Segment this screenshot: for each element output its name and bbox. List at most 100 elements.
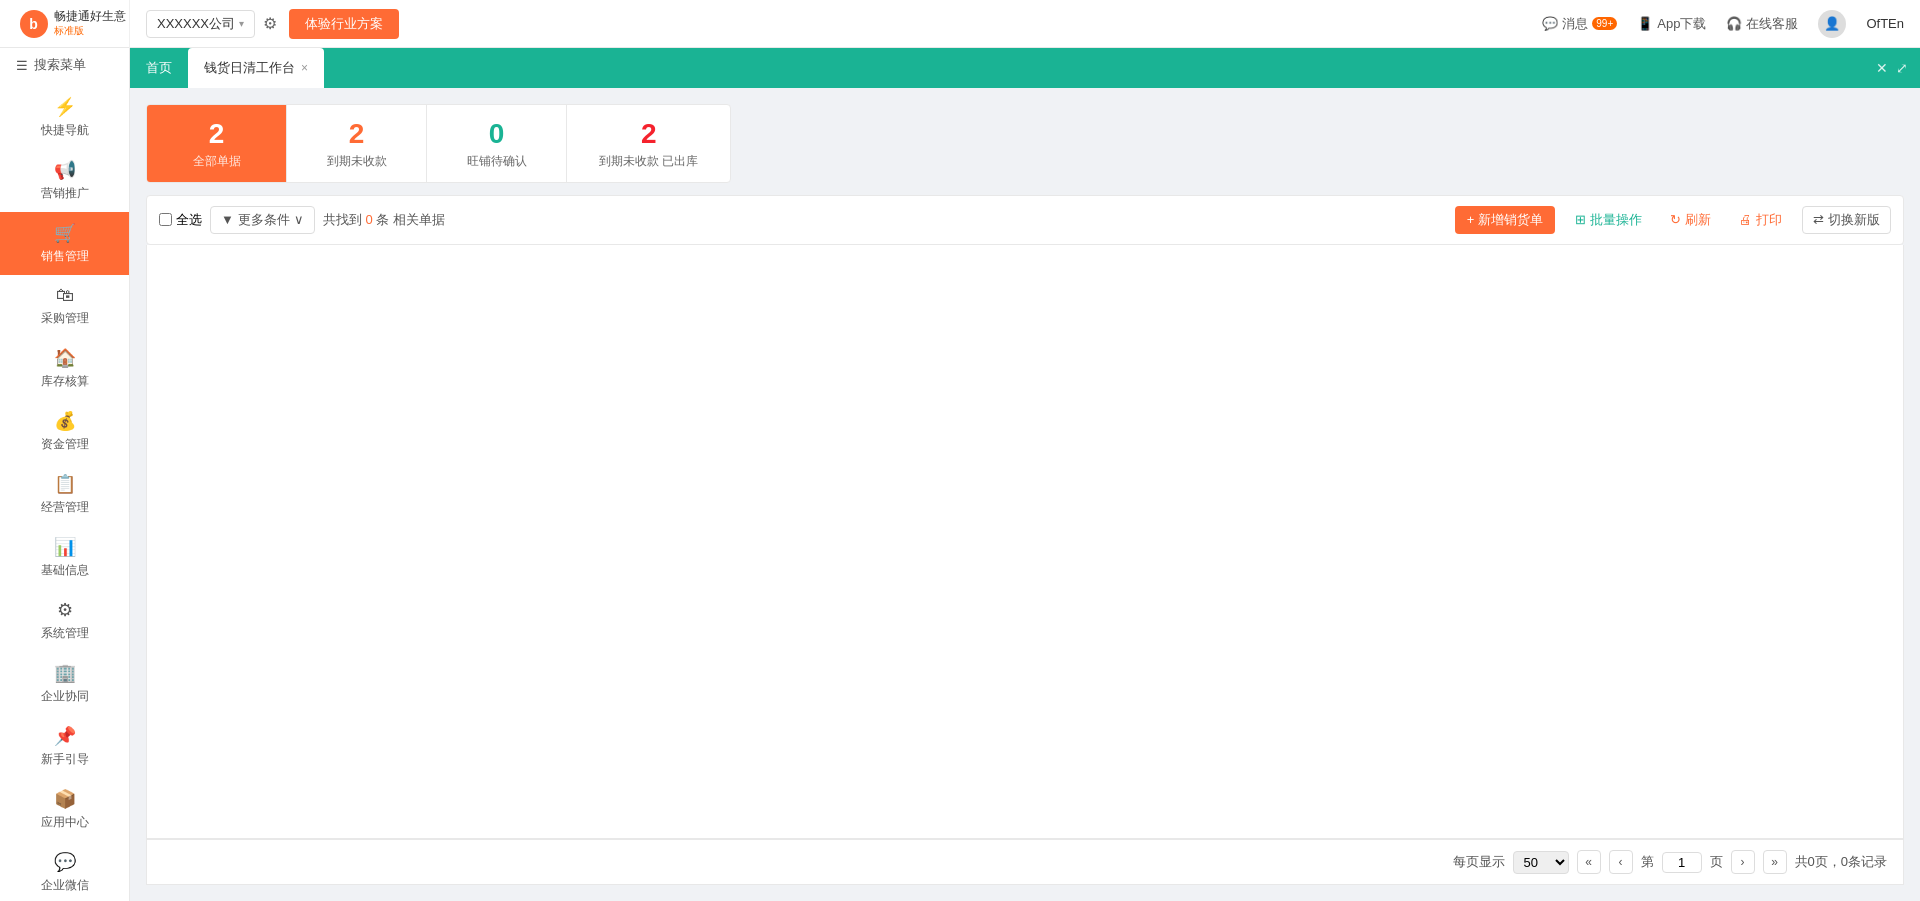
last-page-button[interactable]: » xyxy=(1763,850,1787,874)
sidebar-item-label: 新手引导 xyxy=(41,751,89,768)
trial-button[interactable]: 体验行业方案 xyxy=(289,9,399,39)
message-button[interactable]: 💬 消息 99+ xyxy=(1542,15,1617,33)
user-name[interactable]: OfTEn xyxy=(1866,16,1904,31)
sidebar-item-finance[interactable]: 💰 资金管理 xyxy=(0,400,129,463)
sidebar-item-label: 企业协同 xyxy=(41,688,89,705)
page-prefix: 第 xyxy=(1641,853,1654,871)
pagination: 每页显示 50 100 200 « ‹ 第 页 › » 共0页，0条记录 xyxy=(146,839,1904,885)
table-area xyxy=(146,245,1904,839)
filter-button[interactable]: ▼ 更多条件 ∨ xyxy=(210,206,315,234)
stat-label-pending: 旺铺待确认 xyxy=(467,153,527,170)
nav-tabs: 首页 钱货日清工作台 × ✕ ⤢ xyxy=(130,48,1920,88)
toolbar-left: 全选 ▼ 更多条件 ∨ 共找到 0 条 相关单据 xyxy=(159,206,1447,234)
tab-workbench[interactable]: 钱货日清工作台 × xyxy=(188,48,324,88)
refresh-button[interactable]: ↻ 刷新 xyxy=(1662,207,1719,233)
main-content: 2 全部单据 2 到期未收款 0 旺铺待确认 2 到期未收款 已出库 全选 ▼ … xyxy=(130,88,1920,901)
service-icon: 🎧 xyxy=(1726,16,1742,31)
batch-icon: ⊞ xyxy=(1575,212,1586,227)
sidebar-item-label: 资金管理 xyxy=(41,436,89,453)
close-window-icon[interactable]: ✕ xyxy=(1876,60,1888,76)
next-page-button[interactable]: › xyxy=(1731,850,1755,874)
filter-dropdown-icon: ∨ xyxy=(294,212,304,227)
stat-number-overdue: 2 xyxy=(349,117,365,151)
stat-card-pending[interactable]: 0 旺铺待确认 xyxy=(427,105,567,182)
switch-icon: ⇄ xyxy=(1813,212,1824,227)
sidebar-item-sales[interactable]: 🛒 销售管理 xyxy=(0,212,129,275)
sidebar-item-app-center[interactable]: 📦 应用中心 xyxy=(0,778,129,841)
message-label: 消息 xyxy=(1562,15,1588,33)
base-info-icon: 📊 xyxy=(54,536,76,558)
expand-window-icon[interactable]: ⤢ xyxy=(1896,60,1908,76)
logo-title: 畅捷通好生意 xyxy=(54,9,126,25)
toolbar: 全选 ▼ 更多条件 ∨ 共找到 0 条 相关单据 + 新增销货单 ⊞ 批量操作 … xyxy=(146,195,1904,245)
sidebar-item-system[interactable]: ⚙ 系统管理 xyxy=(0,589,129,652)
message-badge: 99+ xyxy=(1592,17,1617,30)
company-selector[interactable]: XXXXXX公司 ▾ xyxy=(146,10,255,38)
chevron-down-icon: ▾ xyxy=(239,18,244,29)
sales-icon: 🛒 xyxy=(54,222,76,244)
per-page-select[interactable]: 50 100 200 xyxy=(1513,851,1569,874)
found-text: 共找到 0 条 相关单据 xyxy=(323,211,445,229)
sidebar-item-weixin[interactable]: 💬 企业微信 xyxy=(0,841,129,901)
sidebar-item-inventory[interactable]: 🏠 库存核算 xyxy=(0,337,129,400)
close-tab-icon[interactable]: × xyxy=(301,61,308,75)
page-number-input[interactable] xyxy=(1662,852,1702,873)
first-page-button[interactable]: « xyxy=(1577,850,1601,874)
online-service-button[interactable]: 🎧 在线客服 xyxy=(1726,15,1798,33)
sidebar-item-base-info[interactable]: 📊 基础信息 xyxy=(0,526,129,589)
sidebar-item-purchase[interactable]: 🛍 采购管理 xyxy=(0,275,129,337)
logo-subtitle: 标准版 xyxy=(54,24,126,38)
batch-operation-button[interactable]: ⊞ 批量操作 xyxy=(1567,207,1650,233)
sidebar-item-operations[interactable]: 📋 经营管理 xyxy=(0,463,129,526)
stat-card-shipped[interactable]: 2 到期未收款 已出库 xyxy=(567,105,730,182)
stat-card-overdue[interactable]: 2 到期未收款 xyxy=(287,105,427,182)
stat-label-overdue: 到期未收款 xyxy=(327,153,387,170)
stat-card-all[interactable]: 2 全部单据 xyxy=(147,105,287,182)
select-all-area[interactable]: 全选 xyxy=(159,211,202,229)
stat-number-shipped: 2 xyxy=(641,117,657,151)
switch-label: 切换新版 xyxy=(1828,211,1880,229)
message-icon: 💬 xyxy=(1542,16,1558,31)
search-menu-label: 搜索菜单 xyxy=(34,56,86,74)
add-sales-order-button[interactable]: + 新增销货单 xyxy=(1455,206,1555,234)
finance-icon: 💰 xyxy=(54,410,76,432)
sidebar-item-marketing[interactable]: 📢 营销推广 xyxy=(0,149,129,212)
tab-home[interactable]: 首页 xyxy=(130,48,188,88)
switch-version-button[interactable]: ⇄ 切换新版 xyxy=(1802,206,1891,234)
filter-label: 更多条件 xyxy=(238,211,290,229)
settings-icon[interactable]: ⚙ xyxy=(263,14,277,33)
sidebar-item-guide[interactable]: 📌 新手引导 xyxy=(0,715,129,778)
print-icon: 🖨 xyxy=(1739,212,1752,227)
purchase-icon: 🛍 xyxy=(56,285,74,306)
enterprise-icon: 🏢 xyxy=(54,662,76,684)
online-service-label: 在线客服 xyxy=(1746,15,1798,33)
first-page-icon: « xyxy=(1585,855,1592,869)
tab-workbench-label: 钱货日清工作台 xyxy=(204,59,295,77)
next-page-icon: › xyxy=(1741,855,1745,869)
print-button[interactable]: 🖨 打印 xyxy=(1731,207,1790,233)
operations-icon: 📋 xyxy=(54,473,76,495)
filter-icon: ▼ xyxy=(221,212,234,227)
stat-number-all: 2 xyxy=(209,117,225,151)
prev-page-icon: ‹ xyxy=(1619,855,1623,869)
sidebar-item-label: 应用中心 xyxy=(41,814,89,831)
top-header: b 畅捷通好生意 标准版 XXXXXX公司 ▾ ⚙ 体验行业方案 💬 消息 99… xyxy=(0,0,1920,48)
sidebar-item-label: 库存核算 xyxy=(41,373,89,390)
search-menu-item[interactable]: ☰ 搜索菜单 xyxy=(0,48,129,82)
sidebar-item-label: 采购管理 xyxy=(41,310,89,327)
batch-label: 批量操作 xyxy=(1590,211,1642,229)
refresh-icon: ↻ xyxy=(1670,212,1681,227)
sidebar-item-label: 系统管理 xyxy=(41,625,89,642)
prev-page-button[interactable]: ‹ xyxy=(1609,850,1633,874)
found-count: 0 xyxy=(366,212,373,227)
sidebar-item-enterprise[interactable]: 🏢 企业协同 xyxy=(0,652,129,715)
toolbar-right: + 新增销货单 ⊞ 批量操作 ↻ 刷新 🖨 打印 ⇄ 切换新版 xyxy=(1455,206,1891,234)
select-all-checkbox[interactable] xyxy=(159,213,172,226)
select-all-label: 全选 xyxy=(176,211,202,229)
inventory-icon: 🏠 xyxy=(54,347,76,369)
sidebar-item-quick-nav[interactable]: ⚡ 快捷导航 xyxy=(0,86,129,149)
app-download-button[interactable]: 📱 App下载 xyxy=(1637,15,1706,33)
avatar: 👤 xyxy=(1818,10,1846,38)
tab-home-label: 首页 xyxy=(146,59,172,77)
sidebar-item-label: 营销推广 xyxy=(41,185,89,202)
